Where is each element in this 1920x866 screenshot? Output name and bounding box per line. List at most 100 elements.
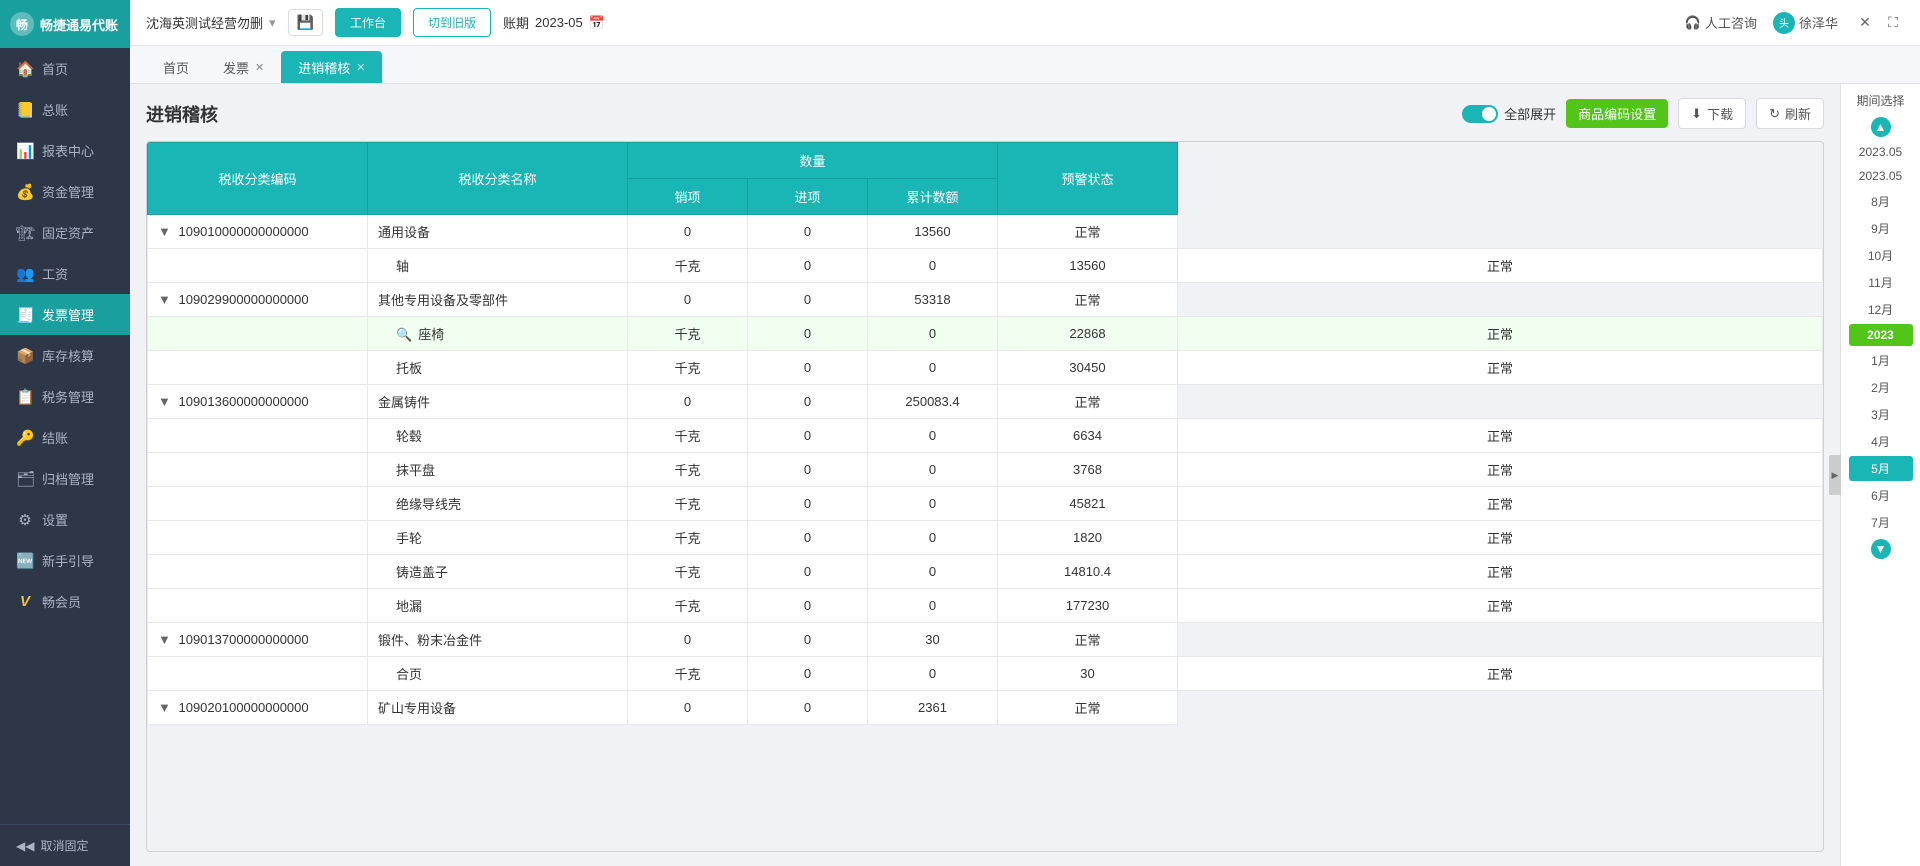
- refresh-button[interactable]: ↻ 刷新: [1756, 98, 1824, 129]
- sidebar-item-home[interactable]: 🏠 首页: [0, 48, 130, 89]
- sale-out-cell: 0: [628, 283, 748, 317]
- sidebar-item-member[interactable]: V 畅会员: [0, 581, 130, 622]
- period-item[interactable]: 10月: [1849, 243, 1913, 268]
- close-reconcile-tab[interactable]: ✕: [356, 61, 365, 74]
- close-invoice-tab[interactable]: ✕: [255, 61, 264, 74]
- support-button[interactable]: 🎧 人工咨询: [1685, 13, 1757, 32]
- switch-version-button[interactable]: 切到旧版: [413, 8, 491, 37]
- product-name-text: 托板: [396, 361, 422, 376]
- unit-cell: 千克: [628, 521, 748, 555]
- period-item[interactable]: 2023: [1849, 324, 1913, 346]
- sidebar-item-reports[interactable]: 📊 报表中心: [0, 130, 130, 171]
- sidebar-item-guide[interactable]: 🆕 新手引导: [0, 540, 130, 581]
- sale-out-cell: 0: [748, 521, 868, 555]
- guide-icon: 🆕: [16, 552, 34, 570]
- sidebar-item-ledger[interactable]: 📒 总账: [0, 89, 130, 130]
- sidebar-item-fixed-assets[interactable]: 🏗 固定资产: [0, 212, 130, 253]
- panel-collapse-button[interactable]: ▶: [1829, 455, 1841, 495]
- collapse-toggle[interactable]: ▼: [158, 700, 174, 715]
- page-actions: 全部展开 商品编码设置 ⬇ 下载 ↻ 刷新: [1462, 98, 1824, 129]
- table-row: ▼ 109013700000000000锻件、粉末冶金件0030正常: [148, 623, 1823, 657]
- category-code-cell: ▼ 109010000000000000: [148, 215, 368, 249]
- unpin-label: 取消固定: [40, 837, 88, 854]
- settings-icon: ⚙: [16, 511, 34, 529]
- tab-home[interactable]: 首页: [146, 51, 206, 83]
- archive-button[interactable]: 💾: [288, 9, 323, 36]
- scroll-up-button[interactable]: ▲: [1871, 117, 1891, 137]
- period-item[interactable]: 8月: [1849, 189, 1913, 214]
- tab-invoice[interactable]: 发票 ✕: [206, 51, 281, 83]
- code-value: 109013700000000000: [178, 632, 308, 647]
- col-sale-out: 销项: [628, 179, 748, 215]
- table-row: ▼ 109010000000000000通用设备0013560正常: [148, 215, 1823, 249]
- toggle-label: 全部展开: [1504, 104, 1556, 123]
- period-item[interactable]: 11月: [1849, 270, 1913, 295]
- expand-toggle[interactable]: 全部展开: [1462, 104, 1556, 123]
- period-item[interactable]: 2月: [1849, 375, 1913, 400]
- download-button[interactable]: ⬇ 下载: [1678, 98, 1746, 129]
- expand-button[interactable]: ⛶: [1882, 12, 1904, 34]
- sale-in-cell: 0: [868, 657, 998, 691]
- sidebar-item-invoice[interactable]: 🧾 发票管理: [0, 294, 130, 335]
- sidebar-item-settings[interactable]: ⚙ 设置: [0, 499, 130, 540]
- period-item[interactable]: 12月: [1849, 297, 1913, 322]
- workspace-button[interactable]: 工作台: [335, 8, 401, 37]
- total-cell: 6634: [998, 419, 1178, 453]
- invoice-icon: 🧾: [16, 306, 34, 324]
- period-item[interactable]: 4月: [1849, 429, 1913, 454]
- app-logo: 畅 畅捷通易代账: [0, 0, 130, 48]
- table-row: 手轮千克001820正常: [148, 521, 1823, 555]
- period-item[interactable]: 9月: [1849, 216, 1913, 241]
- status-cell: 正常: [1178, 555, 1823, 589]
- calendar-icon[interactable]: 📅: [589, 15, 605, 31]
- period-item[interactable]: 2023.05: [1849, 165, 1913, 187]
- main-area: 沈海英测试经营勿删 ▾ 💾 工作台 切到旧版 账期 2023-05 📅 🎧 人工…: [130, 0, 1920, 866]
- sale-out-cell: 0: [628, 385, 748, 419]
- toggle-switch[interactable]: [1462, 105, 1498, 123]
- collapse-toggle[interactable]: ▼: [158, 292, 174, 307]
- collapse-toggle[interactable]: ▼: [158, 394, 174, 409]
- collapse-toggle[interactable]: ▼: [158, 632, 174, 647]
- status-cell: 正常: [998, 623, 1178, 657]
- table-row: 抹平盘千克003768正常: [148, 453, 1823, 487]
- company-selector[interactable]: 沈海英测试经营勿删 ▾: [146, 13, 276, 32]
- period-item[interactable]: 1月: [1849, 348, 1913, 373]
- tab-reconcile[interactable]: 进销稽核 ✕: [281, 51, 382, 83]
- category-name-cell: 锻件、粉末冶金件: [368, 623, 628, 657]
- category-code-cell: ▼ 109013700000000000: [148, 623, 368, 657]
- ledger-icon: 📒: [16, 101, 34, 119]
- sidebar-item-inventory[interactable]: 📦 库存核算: [0, 335, 130, 376]
- period-item[interactable]: 5月: [1849, 456, 1913, 481]
- user-menu[interactable]: 头 徐泽华: [1773, 12, 1838, 34]
- sidebar-item-settle[interactable]: 🔑 结账: [0, 417, 130, 458]
- search-icon[interactable]: 🔍: [396, 327, 412, 342]
- period-item[interactable]: 3月: [1849, 402, 1913, 427]
- chevron-down-icon: ▾: [269, 15, 276, 31]
- scroll-down-button[interactable]: ▼: [1871, 539, 1891, 559]
- collapse-toggle[interactable]: ▼: [158, 224, 174, 239]
- period-item[interactable]: 2023.05: [1849, 141, 1913, 163]
- product-name-text: 地漏: [396, 599, 422, 614]
- sidebar-item-funds[interactable]: 💰 资金管理: [0, 171, 130, 212]
- unit-cell: 千克: [628, 487, 748, 521]
- unit-cell: 千克: [628, 589, 748, 623]
- sidebar-item-label: 设置: [42, 510, 68, 529]
- code-value: 109013600000000000: [178, 394, 308, 409]
- sidebar-item-payroll[interactable]: 👥 工资: [0, 253, 130, 294]
- period-item[interactable]: 7月: [1849, 510, 1913, 535]
- sale-in-cell: 0: [748, 215, 868, 249]
- product-name-cell: 手轮: [368, 521, 628, 555]
- sidebar-item-archive[interactable]: 🗂 归档管理: [0, 458, 130, 499]
- category-name-cell: 其他专用设备及零部件: [368, 283, 628, 317]
- sale-out-cell: 0: [628, 215, 748, 249]
- unpin-button[interactable]: ◀◀ 取消固定: [0, 824, 130, 866]
- period-item[interactable]: 6月: [1849, 483, 1913, 508]
- sale-out-cell: 0: [748, 249, 868, 283]
- product-code-button[interactable]: 商品编码设置: [1566, 99, 1668, 128]
- sidebar-item-tax[interactable]: 📋 税务管理: [0, 376, 130, 417]
- close-panel-button[interactable]: ✕: [1854, 12, 1876, 34]
- product-name-cell: 抹平盘: [368, 453, 628, 487]
- sale-out-cell: 0: [748, 419, 868, 453]
- period-title: 期间选择: [1856, 92, 1904, 109]
- total-cell: 45821: [998, 487, 1178, 521]
